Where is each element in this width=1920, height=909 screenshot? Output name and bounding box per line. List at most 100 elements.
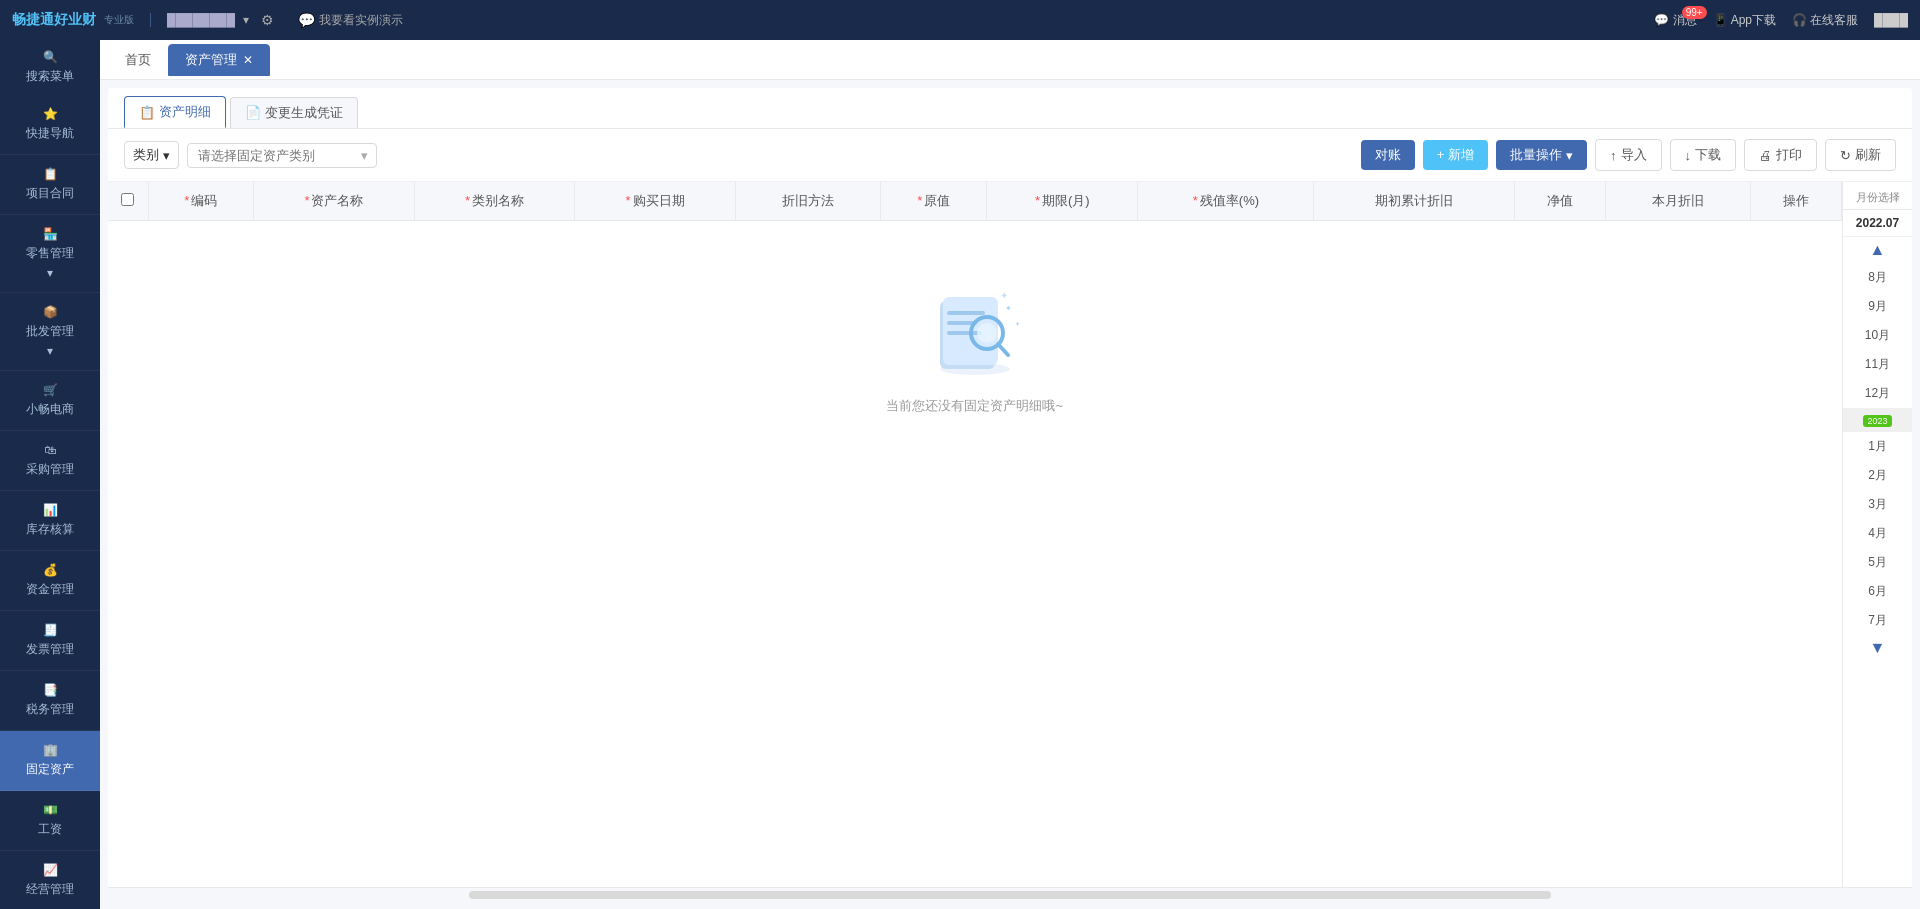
payroll-icon: 💵 (43, 803, 58, 817)
sidebar: 🔍 搜索菜单 ⭐ 快捷导航 📋 项目合同 🏪 零售管理 ▾ 📦 批发管理 ▾ 🛒… (0, 40, 100, 909)
sidebar-item-purchase[interactable]: 🛍 采购管理 (0, 431, 100, 491)
fixed-assets-icon: 🏢 (43, 743, 58, 757)
download-icon: ↓ (1685, 148, 1692, 163)
retail-arrow: ▾ (47, 266, 53, 280)
col-action: 操作 (1751, 182, 1842, 221)
operations-icon: 📈 (43, 863, 58, 877)
reconcile-button[interactable]: 对账 (1361, 140, 1415, 170)
dropdown-arrow[interactable]: ▾ (243, 13, 249, 27)
batch-button[interactable]: 批量操作 ▾ (1496, 140, 1587, 170)
quick-nav-icon: ⭐ (43, 107, 58, 121)
app-download-button[interactable]: 📱 App下载 (1713, 12, 1776, 29)
month-7[interactable]: 7月 (1843, 606, 1912, 635)
company-name[interactable]: ████████ (167, 13, 235, 27)
horizontal-scrollbar[interactable] (108, 887, 1912, 901)
ecommerce-icon: 🛒 (43, 383, 58, 397)
batch-dropdown-icon: ▾ (1566, 148, 1573, 163)
col-period: *期限(月) (987, 182, 1138, 221)
settings-icon[interactable]: ⚙ (261, 12, 274, 28)
tab-home[interactable]: 首页 (108, 44, 168, 76)
month-5[interactable]: 5月 (1843, 548, 1912, 577)
sidebar-item-retail[interactable]: 🏪 零售管理 ▾ (0, 215, 100, 293)
month-10[interactable]: 10月 (1843, 321, 1912, 350)
sidebar-item-project[interactable]: 📋 项目合同 (0, 155, 100, 215)
search-icon: 🔍 (43, 50, 58, 64)
empty-state: ✦ ✦ ✦ 当前您还没有固定资产明细哦~ (108, 221, 1842, 475)
col-category: *类别名称 (414, 182, 575, 221)
category-input[interactable] (187, 143, 377, 168)
app-edition: 专业版 (104, 13, 134, 27)
month-11[interactable]: 11月 (1843, 350, 1912, 379)
sidebar-search[interactable]: 🔍 搜索菜单 (0, 40, 100, 95)
message-button[interactable]: 💬 消息 99+ (1654, 12, 1697, 29)
tab-close-icon[interactable]: ✕ (243, 53, 253, 67)
month-12[interactable]: 12月 (1843, 379, 1912, 408)
month-9[interactable]: 9月 (1843, 292, 1912, 321)
online-service-button[interactable]: 🎧 在线客服 (1792, 12, 1858, 29)
svg-rect-5 (947, 331, 982, 335)
current-year-month: 2022.07 (1843, 210, 1912, 237)
month-2[interactable]: 2月 (1843, 461, 1912, 490)
sidebar-item-inventory[interactable]: 📊 库存核算 (0, 491, 100, 551)
inventory-icon: 📊 (43, 503, 58, 517)
toolbar: 类别 ▾ ▾ 对账 + 新增 批量操作 ▾ (108, 129, 1912, 182)
tax-icon: 📑 (43, 683, 58, 697)
month-panel-header: 月份选择 (1843, 182, 1912, 210)
col-asset-name: *资产名称 (254, 182, 415, 221)
sidebar-item-finance[interactable]: 💰 资金管理 (0, 551, 100, 611)
demo-link[interactable]: 💬 我要看实例演示 (298, 12, 403, 29)
asset-table: *编码 *资产名称 *类别名称 *购买日期 折旧方法 *原值 *期限(月) *残… (108, 182, 1842, 475)
month-panel: 月份选择 2022.07 ▲ 8月 9月 10月 11月 12月 2023 1月… (1842, 182, 1912, 887)
sidebar-item-payroll[interactable]: 💵 工资 (0, 791, 100, 851)
empty-text: 当前您还没有固定资产明细哦~ (886, 397, 1063, 415)
message-icon: 💬 (1654, 13, 1669, 27)
col-original-value: *原值 (881, 182, 987, 221)
col-monthly-depreciation: 本月折旧 (1605, 182, 1751, 221)
sidebar-item-tax[interactable]: 📑 税务管理 (0, 671, 100, 731)
month-8[interactable]: 8月 (1843, 263, 1912, 292)
filter-arrow: ▾ (163, 148, 170, 163)
finance-icon: 💰 (43, 563, 58, 577)
svg-rect-3 (947, 311, 985, 315)
asset-detail-icon: 📋 (139, 105, 155, 120)
month-1[interactable]: 1月 (1843, 432, 1912, 461)
inner-tabs: 📋 资产明细 📄 变更生成凭证 (108, 88, 1912, 129)
svg-text:✦: ✦ (1005, 304, 1012, 313)
category-filter[interactable]: 类别 ▾ (124, 141, 179, 169)
user-info[interactable]: ████ (1874, 13, 1908, 27)
sidebar-item-operations[interactable]: 📈 经营管理 (0, 851, 100, 909)
sidebar-item-quick-nav[interactable]: ⭐ 快捷导航 (0, 95, 100, 155)
wholesale-arrow: ▾ (47, 344, 53, 358)
month-3[interactable]: 3月 (1843, 490, 1912, 519)
download-button[interactable]: ↓ 下载 (1670, 139, 1737, 171)
svg-point-7 (977, 323, 997, 343)
content-area: 首页 资产管理 ✕ 📋 资产明细 📄 变更生成凭证 (100, 40, 1920, 909)
page-content: 📋 资产明细 📄 变更生成凭证 类别 ▾ ▾ (108, 88, 1912, 901)
tab-asset-management[interactable]: 资产管理 ✕ (168, 44, 270, 76)
divider (150, 13, 151, 27)
sidebar-item-invoice[interactable]: 🧾 发票管理 (0, 611, 100, 671)
print-button[interactable]: 🖨 打印 (1744, 139, 1817, 171)
select-all-checkbox[interactable] (121, 193, 134, 206)
month-down-nav[interactable]: ▼ (1866, 635, 1890, 661)
month-up-nav[interactable]: ▲ (1843, 237, 1912, 263)
refresh-icon: ↻ (1840, 148, 1851, 163)
inner-tab-change-voucher[interactable]: 📄 变更生成凭证 (230, 97, 358, 128)
add-button[interactable]: + 新增 (1423, 140, 1488, 170)
sidebar-item-wholesale[interactable]: 📦 批发管理 ▾ (0, 293, 100, 371)
col-net-value: 净值 (1514, 182, 1605, 221)
col-code: *编码 (148, 182, 254, 221)
month-4[interactable]: 4月 (1843, 519, 1912, 548)
sidebar-item-ecommerce[interactable]: 🛒 小畅电商 (0, 371, 100, 431)
headset-icon: 🎧 (1792, 13, 1807, 27)
month-6[interactable]: 6月 (1843, 577, 1912, 606)
import-button[interactable]: ↑ 导入 (1595, 139, 1662, 171)
col-purchase-date: *购买日期 (575, 182, 736, 221)
svg-text:✦: ✦ (1015, 321, 1020, 327)
inner-tab-asset-detail[interactable]: 📋 资产明细 (124, 96, 226, 128)
refresh-button[interactable]: ↻ 刷新 (1825, 139, 1896, 171)
sidebar-item-fixed-assets[interactable]: 🏢 固定资产 (0, 731, 100, 791)
invoice-icon: 🧾 (43, 623, 58, 637)
svg-line-8 (998, 344, 1008, 355)
col-accumulated-depreciation: 期初累计折旧 (1314, 182, 1515, 221)
